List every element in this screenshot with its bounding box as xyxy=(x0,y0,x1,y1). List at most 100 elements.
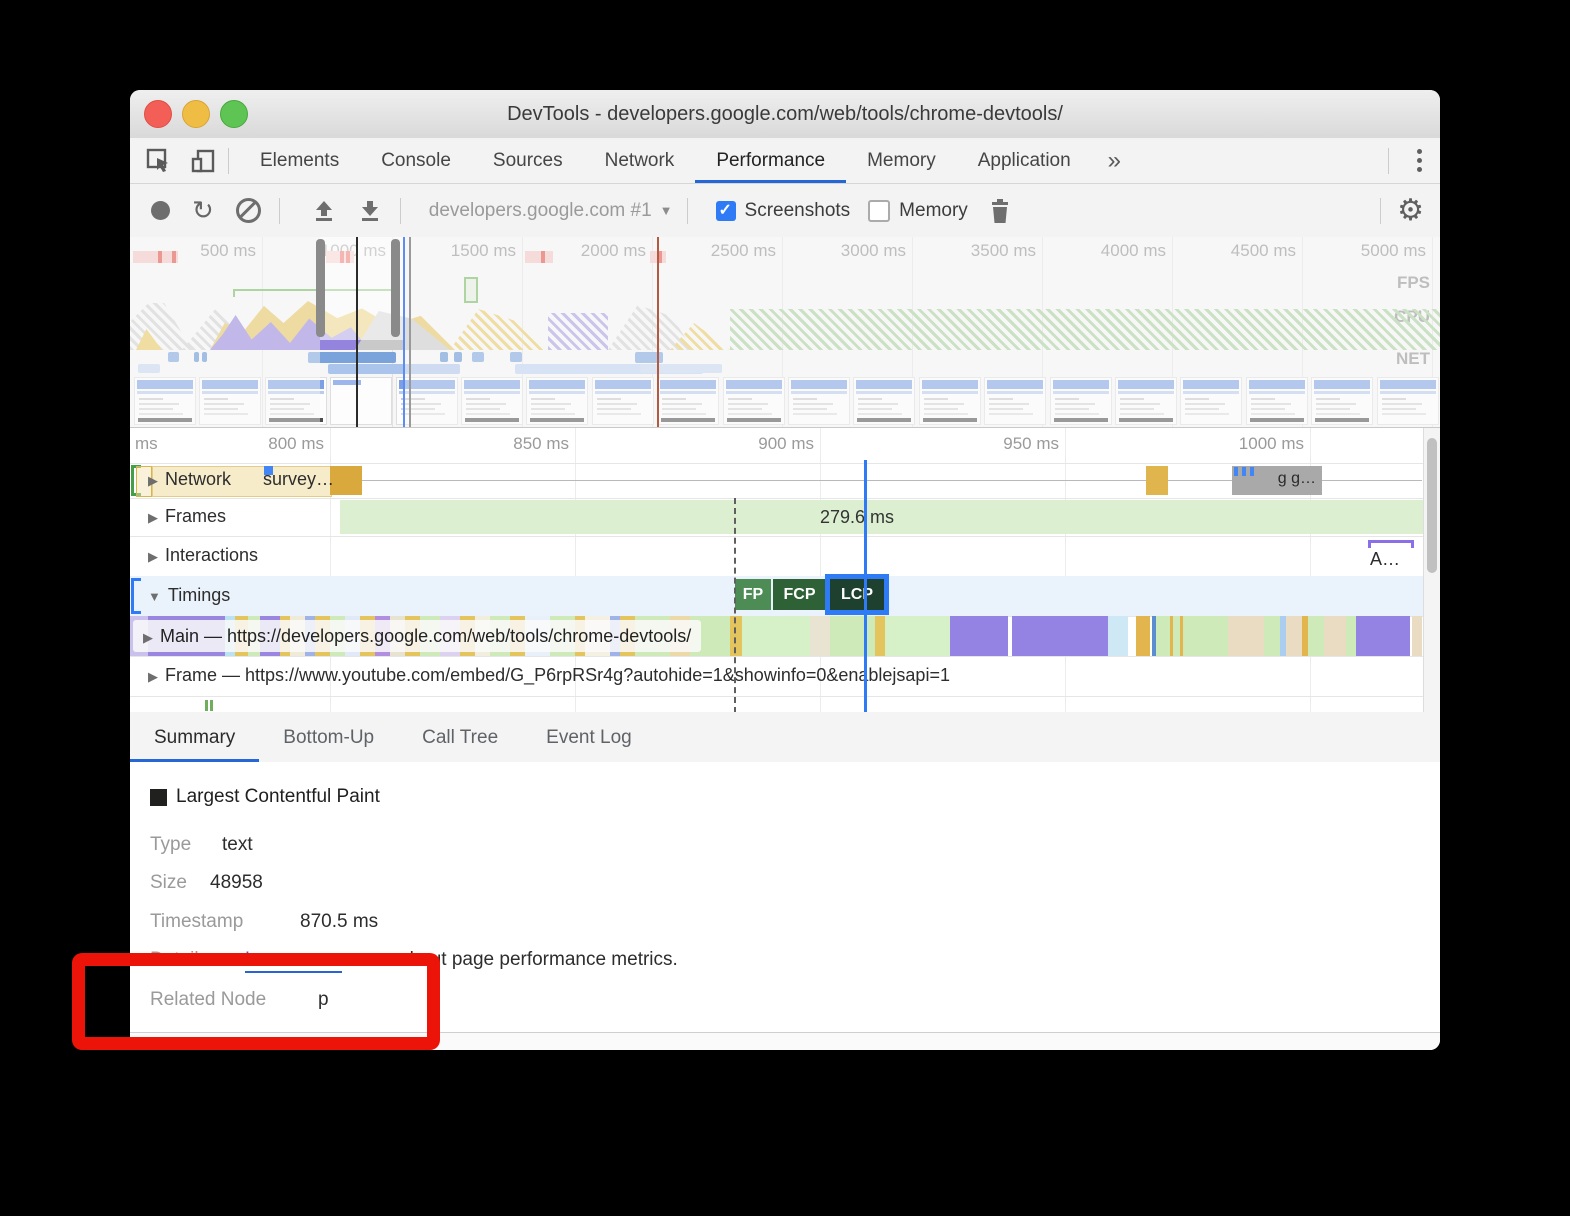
expand-arrow-icon[interactable]: ▶ xyxy=(143,630,153,645)
detail-scrollbar[interactable] xyxy=(1423,428,1440,713)
selection-handle-right[interactable] xyxy=(391,239,400,337)
expand-arrow-icon[interactable]: ▶ xyxy=(148,549,158,564)
separator xyxy=(279,198,280,224)
lcp-color-swatch xyxy=(150,789,167,806)
tab-bottom-up[interactable]: Bottom-Up xyxy=(259,713,398,762)
flame-segment[interactable] xyxy=(1228,616,1250,656)
detail-tick: 950 ms xyxy=(967,434,1059,454)
tab-call-tree[interactable]: Call Tree xyxy=(398,713,522,762)
collapse-arrow-icon[interactable]: ▼ xyxy=(148,589,161,604)
flame-segment[interactable] xyxy=(950,616,1008,656)
tab-summary[interactable]: Summary xyxy=(130,713,259,762)
timings-track[interactable]: ▼ Timings FP FCP LCP xyxy=(130,576,1424,616)
network-bar-gray: g g… xyxy=(1232,466,1322,495)
tab-elements[interactable]: Elements xyxy=(239,139,360,183)
lcp-badge-selected[interactable]: LCP xyxy=(830,579,884,610)
garbage-collect-icon[interactable] xyxy=(988,198,1012,224)
memory-checkbox[interactable] xyxy=(868,200,890,222)
tab-application[interactable]: Application xyxy=(957,139,1092,183)
screenshots-checkbox[interactable] xyxy=(716,201,736,221)
flame-segment[interactable] xyxy=(1012,616,1108,656)
more-tabs-chevron[interactable]: » xyxy=(1092,139,1137,183)
gpu-mark xyxy=(210,700,213,711)
analysis-tab-bar: Summary Bottom-Up Call Tree Event Log xyxy=(130,712,1440,763)
flame-segment[interactable] xyxy=(1412,616,1422,656)
timings-track-label[interactable]: Timings xyxy=(168,585,230,605)
overview-gray-line xyxy=(409,237,411,427)
expand-arrow-icon[interactable]: ▶ xyxy=(148,669,158,684)
save-profile-icon[interactable] xyxy=(358,199,382,223)
interactions-track-label[interactable]: Interactions xyxy=(165,545,258,565)
performance-toolbar: ↻ developers.google.com #1 ▼ Screenshots… xyxy=(130,184,1440,238)
screenshots-label[interactable]: Screenshots xyxy=(745,200,851,222)
frames-track-label[interactable]: Frames xyxy=(165,506,226,526)
flame-segment[interactable] xyxy=(1250,616,1346,656)
track-select-bracket xyxy=(131,578,141,614)
flame-segment[interactable] xyxy=(1156,616,1228,656)
flame-segment[interactable] xyxy=(1180,616,1183,656)
flame-segment[interactable] xyxy=(1136,616,1150,656)
capture-settings-gear-icon[interactable]: ⚙ xyxy=(1397,193,1424,228)
separator xyxy=(400,198,401,224)
tab-network[interactable]: Network xyxy=(584,139,696,183)
expand-arrow-icon[interactable]: ▶ xyxy=(148,510,158,525)
main-track-label[interactable]: Main — https://developers.google.com/web… xyxy=(160,626,691,646)
flame-segment[interactable] xyxy=(1356,616,1410,656)
devtools-window: DevTools - developers.google.com/web/too… xyxy=(130,90,1440,1050)
memory-label[interactable]: Memory xyxy=(899,200,968,222)
screenshot-root: { "window": { "title": "DevTools - devel… xyxy=(0,0,1570,1216)
summary-heading-text: Largest Contentful Paint xyxy=(176,786,380,808)
detail-tick: ms xyxy=(135,434,165,454)
profile-selector[interactable]: developers.google.com #1 xyxy=(429,200,652,222)
net-request xyxy=(308,352,396,363)
network-bar-amber2 xyxy=(1146,466,1168,495)
separator xyxy=(228,148,229,174)
size-value: 48958 xyxy=(210,872,263,894)
tab-event-log[interactable]: Event Log xyxy=(522,713,656,762)
scrollbar-thumb[interactable] xyxy=(1427,438,1437,573)
timestamp-value: 870.5 ms xyxy=(300,911,378,933)
main-track-label-chip[interactable]: ▶ Main — https://developers.google.com/we… xyxy=(133,620,701,652)
summary-heading: Largest Contentful Paint xyxy=(150,786,380,808)
interactions-track[interactable]: ▶Interactions A… xyxy=(130,536,1424,576)
tab-memory[interactable]: Memory xyxy=(846,139,957,183)
fp-badge[interactable]: FP xyxy=(735,579,771,610)
record-button[interactable] xyxy=(151,201,170,220)
network-track-label[interactable]: Network xyxy=(165,469,231,489)
tab-performance[interactable]: Performance xyxy=(695,139,846,183)
filmstrip-thumbnail[interactable] xyxy=(330,377,392,425)
reload-and-profile-icon[interactable]: ↻ xyxy=(192,200,214,222)
timeline-detail[interactable]: ms800 ms850 ms900 ms950 ms1000 ms g g… xyxy=(130,427,1440,713)
annotation-highlight-red xyxy=(72,953,440,1050)
network-request-text: survey… xyxy=(263,469,334,490)
flame-segment[interactable] xyxy=(1170,616,1173,656)
frame-duration-bar[interactable]: 279.6 ms xyxy=(340,500,1424,534)
inspect-element-icon[interactable] xyxy=(144,146,174,176)
frame-track-label[interactable]: Frame — https://www.youtube.com/embed/G_… xyxy=(165,665,950,685)
device-toolbar-icon[interactable] xyxy=(188,146,218,176)
tab-sources[interactable]: Sources xyxy=(472,139,584,183)
expand-arrow-icon[interactable]: ▶ xyxy=(148,473,158,488)
selected-event-line xyxy=(864,460,867,713)
clear-recording-icon[interactable] xyxy=(236,198,261,223)
chevron-down-icon[interactable]: ▼ xyxy=(660,203,673,218)
frame-track[interactable]: ▶ Frame — https://www.youtube.com/embed/G… xyxy=(130,656,1424,696)
frames-track[interactable]: 279.6 ms ▶ Frames xyxy=(130,498,1424,536)
devtools-menu-icon[interactable] xyxy=(1399,149,1440,172)
fcp-badge[interactable]: FCP xyxy=(773,579,826,610)
flame-segment[interactable] xyxy=(1108,616,1128,656)
load-profile-icon[interactable] xyxy=(312,199,336,223)
detail-tick: 900 ms xyxy=(722,434,814,454)
flame-segment[interactable] xyxy=(1346,616,1356,656)
size-label: Size xyxy=(150,872,187,893)
title-bar: DevTools - developers.google.com/web/too… xyxy=(130,90,1440,139)
selection-handle-left[interactable] xyxy=(316,239,325,337)
detail-tick: 800 ms xyxy=(232,434,324,454)
timeline-overview[interactable]: 500 ms1000 ms1500 ms2000 ms2500 ms3000 m… xyxy=(130,237,1440,427)
gpu-mark xyxy=(205,700,208,711)
network-track[interactable]: g g… ▶ Network survey… xyxy=(130,463,1424,498)
navigation-marker-line xyxy=(657,237,659,427)
main-track[interactable]: ▶ Main — https://developers.google.com/we… xyxy=(130,616,1424,656)
detail-tick: 1000 ms xyxy=(1212,434,1304,454)
tab-console[interactable]: Console xyxy=(360,139,472,183)
